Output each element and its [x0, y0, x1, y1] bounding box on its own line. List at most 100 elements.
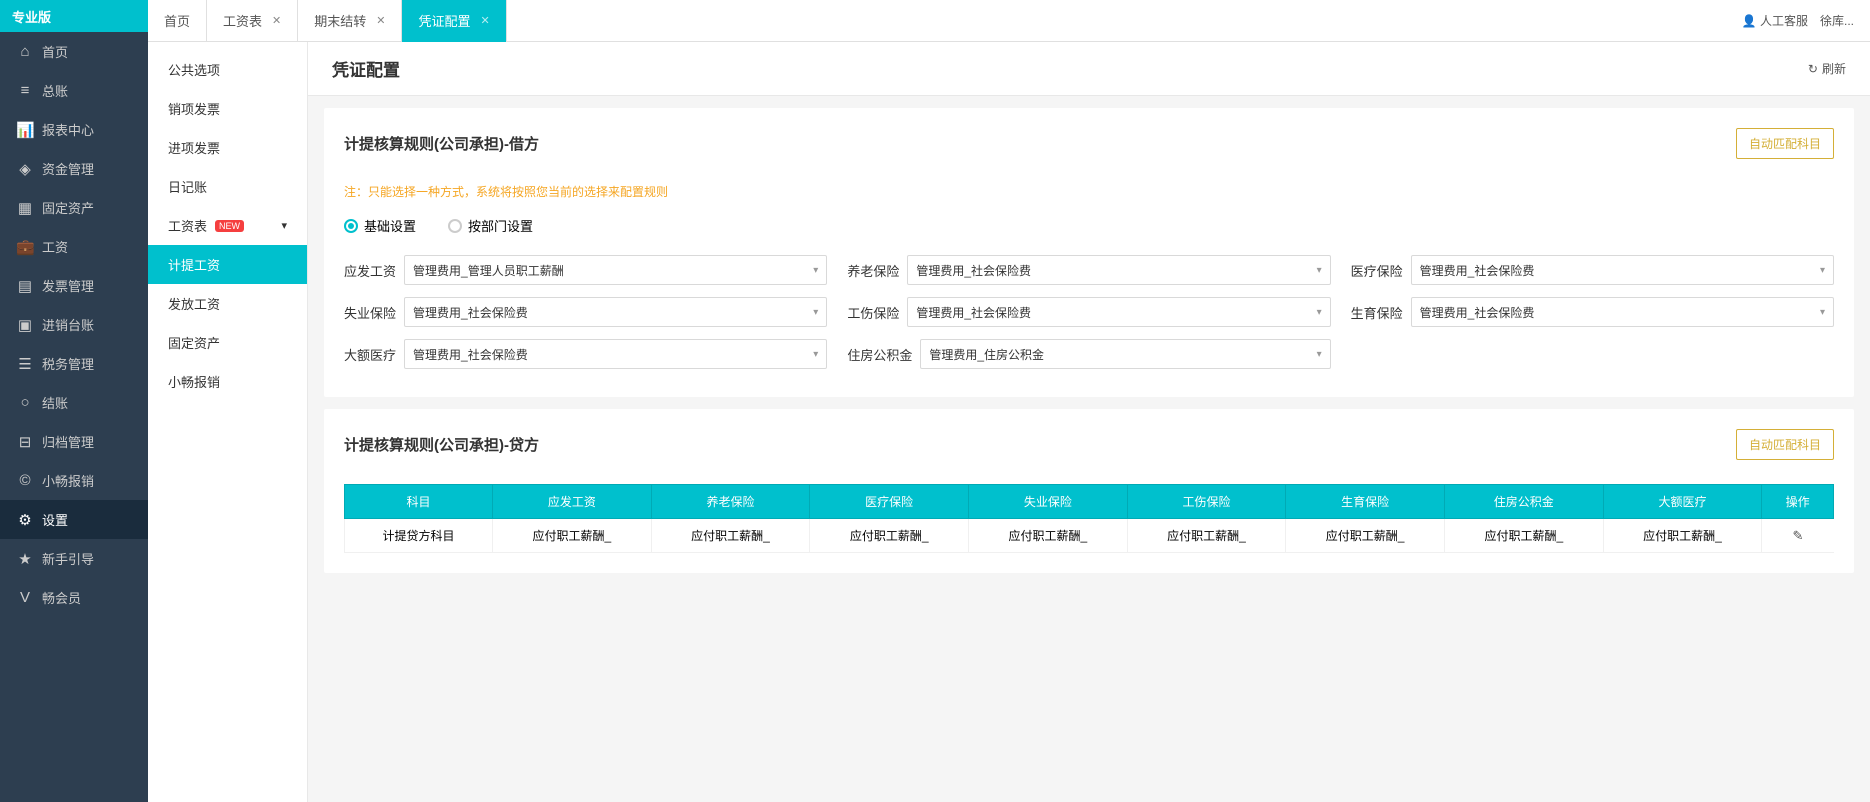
th-yiliao: 医疗保险: [810, 485, 969, 519]
field-value-yanglao: 管理费用_社会保险费: [916, 262, 1316, 279]
field-select-daeyiliao[interactable]: 管理费用_社会保险费 ▾: [404, 339, 827, 369]
th-subject: 科目: [345, 485, 493, 519]
tab-voucher-close[interactable]: ✕: [481, 14, 490, 27]
sidebar-item-close[interactable]: ○ 结账: [0, 383, 148, 422]
new-badge: NEW: [215, 220, 244, 232]
leftnav-xiaochang-exp[interactable]: 小畅报销: [148, 362, 307, 401]
credit-auto-match-button[interactable]: 自动匹配科目: [1736, 429, 1834, 460]
sidebar-item-settings[interactable]: ⚙ 设置: [0, 500, 148, 539]
report-icon: 📊: [16, 121, 34, 139]
form-row-gongshang: 工伤保险 管理费用_社会保险费 ▾: [847, 297, 1330, 327]
sidebar-item-member[interactable]: V 畅会员: [0, 578, 148, 617]
topbar: 首页 工资表 ✕ 期末结转 ✕ 凭证配置 ✕ 👤 人工客服 徐库...: [148, 0, 1870, 42]
td-shiye: 应付职工薪酬_: [969, 519, 1128, 553]
leftnav-purchase-invoice[interactable]: 进项发票: [148, 128, 307, 167]
sidebar-item-label: 发票管理: [42, 276, 94, 295]
debit-auto-match-button[interactable]: 自动匹配科目: [1736, 128, 1834, 159]
tab-home[interactable]: 首页: [148, 0, 207, 42]
invoice-icon: ▤: [16, 277, 34, 295]
tab-voucher[interactable]: 凭证配置 ✕: [402, 0, 506, 42]
debit-form-grid: 应发工资 管理费用_管理人员职工薪酬 ▾ 养老保险 管理费用_社会保险费 ▾: [344, 255, 1834, 369]
edit-icon[interactable]: ✎: [1792, 528, 1803, 543]
xiaochang-icon: ©: [16, 472, 34, 489]
page-content: 凭证配置 ↻ 刷新 计提核算规则(公司承担)-借方 自动匹配科目 注：只能选择一…: [308, 42, 1870, 802]
user-service[interactable]: 👤 人工客服: [1742, 12, 1808, 29]
sidebar-item-xiaochang[interactable]: © 小畅报销: [0, 461, 148, 500]
tab-period[interactable]: 期末结转 ✕: [298, 0, 402, 42]
sidebar-item-salary[interactable]: 💼 工资: [0, 227, 148, 266]
sidebar-item-funds[interactable]: ◈ 资金管理: [0, 149, 148, 188]
td-daeyiliao: 应付职工薪酬_: [1603, 519, 1762, 553]
td-gongshang: 应付职工薪酬_: [1127, 519, 1286, 553]
sidebar-item-stock[interactable]: ▣ 进销台账: [0, 305, 148, 344]
sidebar-item-home[interactable]: ⌂ 首页: [0, 32, 148, 71]
sidebar-item-label: 进销台账: [42, 315, 94, 334]
field-select-gjj[interactable]: 管理费用_住房公积金 ▾: [920, 339, 1330, 369]
form-row-daeyiliao: 大额医疗 管理费用_社会保险费 ▾: [344, 339, 827, 369]
tab-salary-close[interactable]: ✕: [272, 14, 281, 27]
leftnav: 公共选项 销项发票 进项发票 日记账 工资表 NEW ▾ 计提工资 发放工资: [148, 42, 308, 802]
sidebar-item-tax[interactable]: ☰ 税务管理: [0, 344, 148, 383]
leftnav-salary-table[interactable]: 工资表 NEW ▾: [148, 206, 307, 245]
leftnav-calc-salary[interactable]: 计提工资: [148, 245, 307, 284]
th-yingfa: 应发工资: [493, 485, 652, 519]
dropdown-arrow-icon: ▾: [813, 265, 818, 276]
leftnav-fixed-assets[interactable]: 固定资产: [148, 323, 307, 362]
debit-section-header: 计提核算规则(公司承担)-借方 自动匹配科目: [344, 128, 1834, 171]
sidebar-item-fixed[interactable]: ▦ 固定资产: [0, 188, 148, 227]
sidebar-item-guide[interactable]: ★ 新手引导: [0, 539, 148, 578]
td-yanglao: 应付职工薪酬_: [651, 519, 810, 553]
fixed-icon: ▦: [16, 199, 34, 217]
sidebar-item-label: 畅会员: [42, 588, 81, 607]
table-header-row: 科目 应发工资 养老保险 医疗保险 失业保险 工伤保险 生育保险 住房公积金 大…: [345, 485, 1834, 519]
tab-salary[interactable]: 工资表 ✕: [207, 0, 298, 42]
field-label-yiliao: 医疗保险: [1351, 261, 1403, 280]
form-row-yiliao: 医疗保险 管理费用_社会保险费 ▾: [1351, 255, 1834, 285]
sidebar-item-ledger[interactable]: ≡ 总账: [0, 71, 148, 110]
sidebar-item-label: 总账: [42, 81, 68, 100]
sidebar-item-label: 税务管理: [42, 354, 94, 373]
field-select-shiye[interactable]: 管理费用_社会保险费 ▾: [404, 297, 827, 327]
table-row: 计提贷方科目 应付职工薪酬_ 应付职工薪酬_ 应付职工薪酬_ 应付职工薪酬_ 应…: [345, 519, 1834, 553]
field-select-shengyu[interactable]: 管理费用_社会保险费 ▾: [1411, 297, 1834, 327]
leftnav-sales-invoice[interactable]: 销项发票: [148, 89, 307, 128]
th-shengyu: 生育保险: [1286, 485, 1445, 519]
field-value-daeyiliao: 管理费用_社会保险费: [413, 346, 813, 363]
field-select-gongshang[interactable]: 管理费用_社会保险费 ▾: [907, 297, 1330, 327]
sidebar-item-label: 资金管理: [42, 159, 94, 178]
form-row-yanglao: 养老保险 管理费用_社会保险费 ▾: [847, 255, 1330, 285]
radio-basic[interactable]: 基础设置: [344, 216, 416, 235]
field-select-yanglao[interactable]: 管理费用_社会保险费 ▾: [907, 255, 1330, 285]
sidebar-item-report[interactable]: 📊 报表中心: [0, 110, 148, 149]
field-select-yingfa[interactable]: 管理费用_管理人员职工薪酬 ▾: [404, 255, 827, 285]
field-label-shengyu: 生育保险: [1351, 303, 1403, 322]
chevron-down-icon: ▾: [281, 219, 287, 232]
leftnav-journal[interactable]: 日记账: [148, 167, 307, 206]
funds-icon: ◈: [16, 160, 34, 178]
tab-period-close[interactable]: ✕: [376, 14, 385, 27]
field-label-gjj: 住房公积金: [847, 345, 912, 364]
refresh-button[interactable]: ↻ 刷新: [1808, 60, 1846, 77]
sidebar-item-label: 工资: [42, 237, 68, 256]
radio-dept[interactable]: 按部门设置: [448, 216, 533, 235]
sidebar-item-label: 结账: [42, 393, 68, 412]
th-daeyiliao: 大额医疗: [1603, 485, 1762, 519]
field-select-yiliao[interactable]: 管理费用_社会保险费 ▾: [1411, 255, 1834, 285]
td-action[interactable]: ✎: [1762, 519, 1834, 553]
main-area: 首页 工资表 ✕ 期末结转 ✕ 凭证配置 ✕ 👤 人工客服 徐库... 公共选项…: [148, 0, 1870, 802]
leftnav-public[interactable]: 公共选项: [148, 50, 307, 89]
sidebar-item-label: 固定资产: [42, 198, 94, 217]
form-row-shengyu: 生育保险 管理费用_社会保险费 ▾: [1351, 297, 1834, 327]
content-area: 公共选项 销项发票 进项发票 日记账 工资表 NEW ▾ 计提工资 发放工资: [148, 42, 1870, 802]
td-subject: 计提贷方科目: [345, 519, 493, 553]
field-label-yingfa: 应发工资: [344, 261, 396, 280]
leftnav-pay-salary[interactable]: 发放工资: [148, 284, 307, 323]
sidebar-item-archive[interactable]: ⊟ 归档管理: [0, 422, 148, 461]
home-icon: ⌂: [16, 43, 34, 60]
brand-logo: 专业版: [0, 0, 148, 32]
th-action: 操作: [1762, 485, 1834, 519]
field-value-shiye: 管理费用_社会保险费: [413, 304, 813, 321]
sidebar-item-invoice[interactable]: ▤ 发票管理: [0, 266, 148, 305]
form-row-shiye: 失业保险 管理费用_社会保险费 ▾: [344, 297, 827, 327]
field-value-shengyu: 管理费用_社会保险费: [1420, 304, 1820, 321]
